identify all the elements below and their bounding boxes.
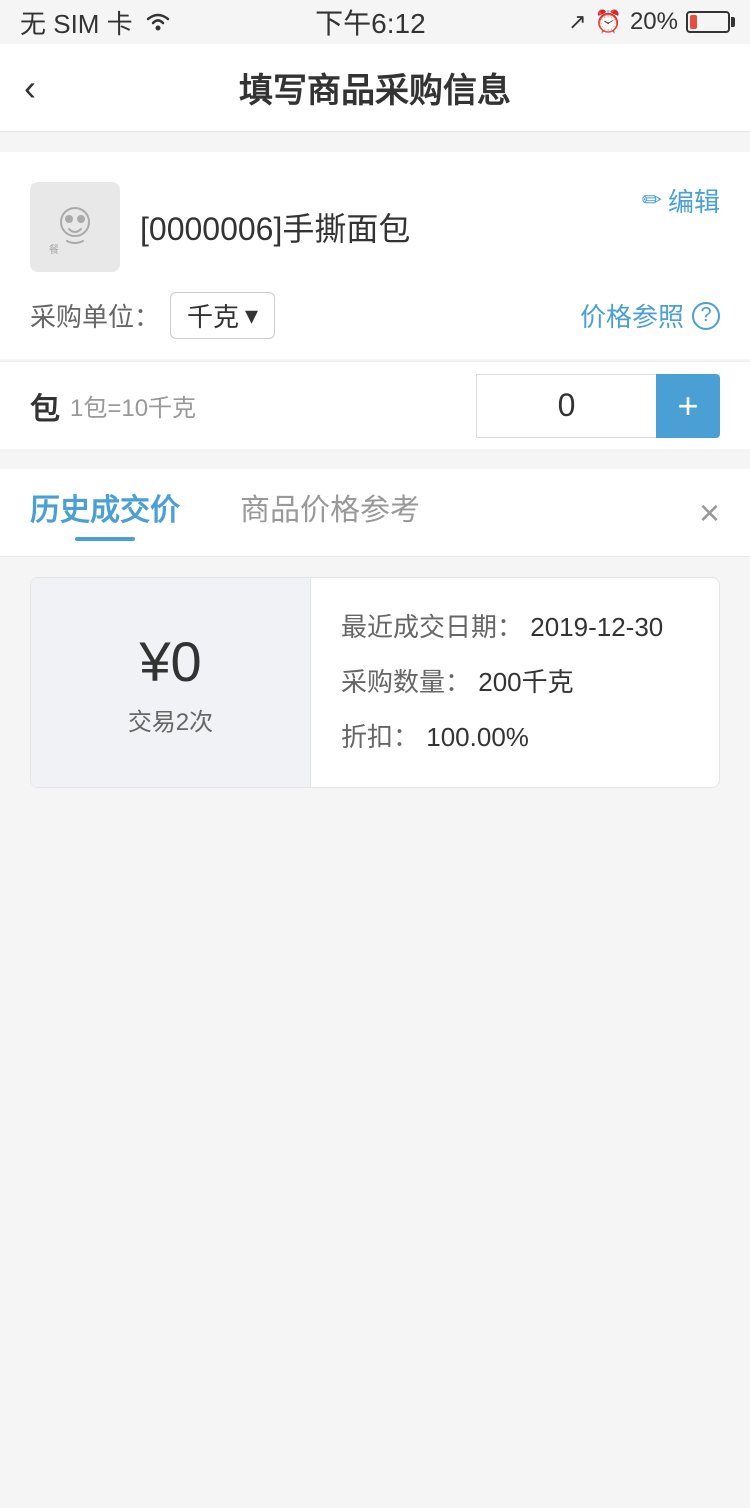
product-card: 餐 [0000006]手撕面包 ✏ 编辑 采购单位： 千克 ▾ 价格参照 ? bbox=[0, 152, 750, 359]
price-value: ¥0 bbox=[139, 629, 201, 694]
edit-icon: ✏ bbox=[642, 186, 662, 215]
product-name: [0000006]手撕面包 bbox=[140, 204, 410, 250]
price-card-left: ¥0 交易2次 bbox=[31, 578, 311, 787]
latest-date-value: 2019-12-30 bbox=[530, 612, 663, 642]
price-card-right: 最近成交日期： 2019-12-30 采购数量： 200千克 折扣： 100.0… bbox=[311, 578, 719, 787]
status-bar-left: 无 SIM 卡 bbox=[20, 4, 173, 41]
tabs-section: 历史成交价 商品价格参考 × ¥0 交易2次 最近成交日期： 2019-12-3… bbox=[0, 449, 750, 1508]
product-meta-row: 采购单位： 千克 ▾ 价格参照 ? bbox=[30, 292, 720, 339]
page-header: ‹ 填写商品采购信息 bbox=[0, 44, 750, 132]
alarm-icon: ⏰ bbox=[595, 9, 622, 35]
status-bar-right: ↗ ⏰ 20% bbox=[568, 8, 730, 36]
price-card: ¥0 交易2次 最近成交日期： 2019-12-30 采购数量： 200千克 折… bbox=[30, 577, 720, 788]
discount-label: 折扣： bbox=[341, 722, 419, 752]
main-content bbox=[0, 808, 750, 1508]
back-button[interactable]: ‹ bbox=[24, 67, 36, 109]
quantity-plus-button[interactable]: + bbox=[656, 374, 720, 438]
price-number: 0 bbox=[171, 630, 202, 693]
product-top-row: 餐 [0000006]手撕面包 ✏ 编辑 bbox=[30, 182, 720, 272]
price-transactions: 交易2次 bbox=[128, 702, 213, 737]
tabs-header: 历史成交价 商品价格参考 × bbox=[0, 469, 750, 557]
quantity-label: 包 1包=10千克 bbox=[30, 384, 196, 428]
battery-icon bbox=[686, 11, 730, 33]
discount-row: 折扣： 100.00% bbox=[341, 718, 689, 757]
currency-symbol: ¥ bbox=[139, 630, 170, 693]
tab-history-price[interactable]: 历史成交价 bbox=[30, 485, 180, 541]
quantity-detail-label: 采购数量： bbox=[341, 667, 471, 697]
discount-value: 100.00% bbox=[426, 722, 529, 752]
quantity-unit: 包 bbox=[30, 384, 60, 428]
unit-value: 千克 bbox=[187, 297, 239, 334]
carrier-label: 无 SIM 卡 bbox=[20, 4, 133, 41]
svg-text:餐: 餐 bbox=[49, 243, 59, 256]
close-button[interactable]: × bbox=[699, 495, 720, 531]
price-ref-label: 价格参照 bbox=[580, 297, 684, 334]
edit-button[interactable]: ✏ 编辑 bbox=[642, 182, 720, 219]
location-icon: ↗ bbox=[568, 9, 586, 35]
quantity-controls: + bbox=[476, 374, 720, 438]
unit-label: 采购单位： bbox=[30, 297, 160, 334]
edit-label: 编辑 bbox=[668, 182, 720, 219]
quantity-row: 采购数量： 200千克 bbox=[341, 663, 689, 702]
page-title: 填写商品采购信息 bbox=[239, 63, 511, 112]
product-info: [0000006]手撕面包 bbox=[140, 204, 410, 250]
tabs-list: 历史成交价 商品价格参考 bbox=[30, 485, 420, 541]
battery-percent: 20% bbox=[630, 8, 678, 36]
quantity-section: 包 1包=10千克 + bbox=[0, 361, 750, 449]
quantity-input[interactable] bbox=[476, 374, 656, 438]
product-left: 餐 [0000006]手撕面包 bbox=[30, 182, 410, 272]
help-icon: ? bbox=[692, 302, 720, 330]
status-bar: 无 SIM 卡 下午6:12 ↗ ⏰ 20% bbox=[0, 0, 750, 44]
status-bar-time: 下午6:12 bbox=[315, 2, 426, 42]
product-image: 餐 bbox=[30, 182, 120, 272]
latest-date-label: 最近成交日期： bbox=[341, 612, 523, 642]
wifi-icon bbox=[143, 7, 173, 38]
latest-date-row: 最近成交日期： 2019-12-30 bbox=[341, 608, 689, 647]
tab-price-reference[interactable]: 商品价格参考 bbox=[240, 485, 420, 541]
price-ref-button[interactable]: 价格参照 ? bbox=[580, 297, 720, 334]
quantity-sub: 1包=10千克 bbox=[70, 388, 196, 423]
chevron-down-icon: ▾ bbox=[245, 300, 258, 331]
unit-row: 采购单位： 千克 ▾ bbox=[30, 292, 275, 339]
price-card-container: ¥0 交易2次 最近成交日期： 2019-12-30 采购数量： 200千克 折… bbox=[0, 557, 750, 808]
quantity-detail-value: 200千克 bbox=[478, 667, 573, 697]
unit-select[interactable]: 千克 ▾ bbox=[170, 292, 275, 339]
